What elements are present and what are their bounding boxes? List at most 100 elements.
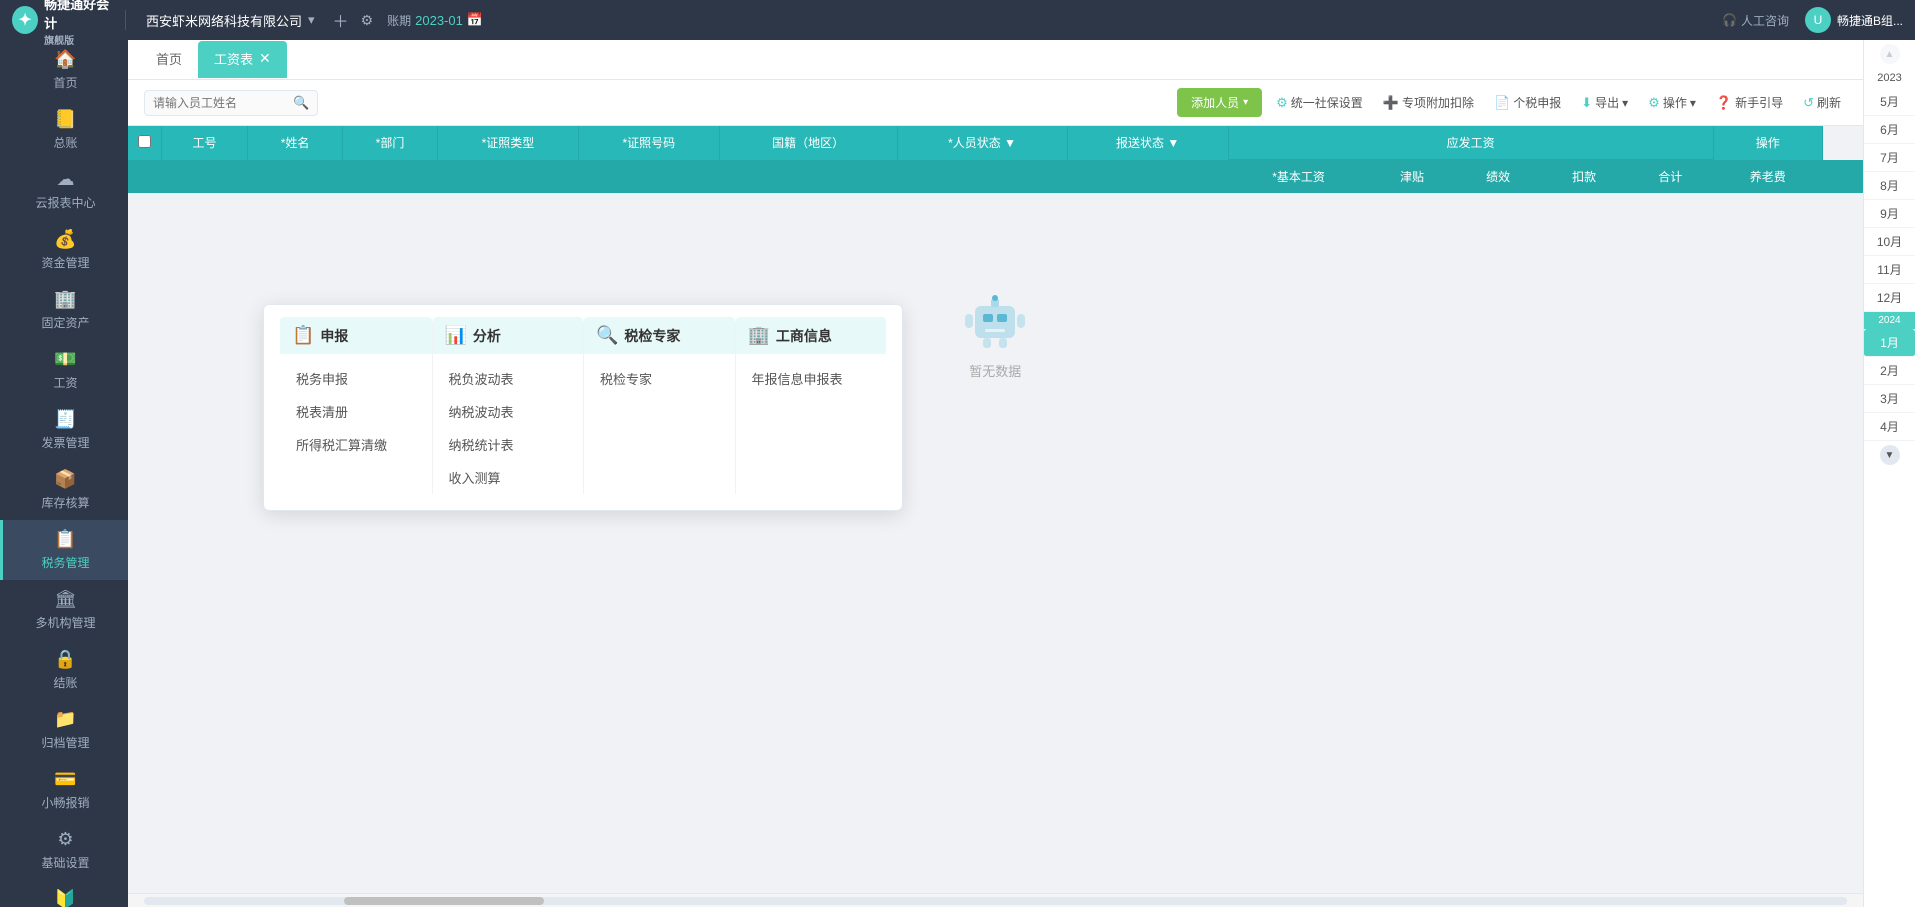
popup-section-tax-expert: 🔍 税检专家 税检专家	[583, 321, 735, 494]
fixed-assets-icon: 🏢	[54, 289, 76, 310]
cal-month-7[interactable]: 7月	[1864, 144, 1915, 172]
toolbar: 🔍 添加人员 ▾ ⚙ 统一社保设置 ➕ 专项附加扣除 📄 个税申报 ⬇ 导出	[128, 80, 1863, 126]
funds-icon: 💰	[54, 229, 76, 250]
popup-item-annual-report[interactable]: 年报信息申报表	[748, 362, 875, 395]
popup-item-tax-form[interactable]: 税表清册	[292, 395, 420, 428]
refresh-button[interactable]: ↺ 刷新	[1797, 94, 1847, 111]
add-company-button[interactable]: ＋	[327, 8, 355, 32]
customer-service-button[interactable]: 🎧 人工咨询	[1722, 12, 1789, 29]
top-bar-right: 🎧 人工咨询 U 畅捷通B组...	[1722, 7, 1903, 33]
sidebar-item-invoice[interactable]: 🧾 发票管理	[0, 400, 128, 460]
sidebar-item-inventory[interactable]: 📦 库存核算	[0, 460, 128, 520]
social-insurance-button[interactable]: ⚙ 统一社保设置	[1270, 94, 1369, 111]
company-settings-icon[interactable]: ⚙	[355, 12, 380, 29]
tab-close-icon[interactable]: ✕	[259, 50, 271, 67]
popup-item-tax-burden[interactable]: 税负波动表	[445, 362, 572, 395]
special-deduction-button[interactable]: ➕ 专项附加扣除	[1377, 94, 1480, 111]
select-all-checkbox[interactable]	[138, 135, 151, 148]
refresh-icon: ↺	[1803, 95, 1814, 111]
tab-salary[interactable]: 工资表 ✕	[198, 41, 287, 78]
th-emp-id: 工号	[162, 126, 248, 160]
sidebar: 🏠 首页 📒 总账 ☁ 云报表中心 💰 资金管理 🏢 固定资产 💵 工资 🧾 发…	[0, 40, 128, 907]
period-label: 账期	[387, 12, 411, 29]
app-logo: ✦ 畅捷通好会计 旗舰版	[12, 0, 117, 47]
sidebar-item-guide[interactable]: 🔰 新手引导	[0, 880, 128, 907]
th-id-number: *证照号码	[578, 126, 719, 160]
tax-expert-icon: 🔍	[596, 325, 618, 346]
scrollbar-track	[144, 897, 1847, 905]
sidebar-item-home[interactable]: 🏠 首页	[0, 40, 128, 100]
add-person-button[interactable]: 添加人员 ▾	[1177, 88, 1262, 117]
export-chevron-icon: ▾	[1622, 96, 1628, 110]
cal-month-6[interactable]: 6月	[1864, 116, 1915, 144]
th-total: 合计	[1627, 160, 1713, 194]
cal-month-8[interactable]: 8月	[1864, 172, 1915, 200]
calendar-up-button[interactable]: ▲	[1880, 44, 1900, 64]
home-icon: 🏠	[54, 49, 76, 70]
export-button[interactable]: ⬇ 导出 ▾	[1575, 94, 1634, 111]
popup-section-title-declaration: 📋 申报	[280, 317, 432, 354]
declaration-icon: 📋	[292, 325, 314, 346]
th-actions: 操作	[1713, 126, 1822, 160]
cal-month-9[interactable]: 9月	[1864, 200, 1915, 228]
sidebar-item-multi-org[interactable]: 🏛 多机构管理	[0, 580, 128, 640]
th-performance: 绩效	[1455, 160, 1541, 194]
popup-item-tax-stats[interactable]: 纳税统计表	[445, 428, 572, 461]
operations-button[interactable]: ⚙ 操作 ▾	[1642, 94, 1702, 111]
cal-month-10[interactable]: 10月	[1864, 228, 1915, 256]
special-deduction-icon: ➕	[1383, 95, 1399, 111]
popup-grid: 📋 申报 税务申报 税表清册 所得税汇算清缴 📊 分析 税负波动表	[280, 321, 886, 494]
sidebar-item-funds[interactable]: 💰 资金管理	[0, 220, 128, 280]
period-value[interactable]: 2023-01	[415, 13, 463, 28]
cal-month-4[interactable]: 4月	[1864, 413, 1915, 441]
export-icon: ⬇	[1581, 95, 1592, 111]
horizontal-scrollbar[interactable]	[128, 893, 1863, 907]
avatar: U	[1805, 7, 1831, 33]
scrollbar-thumb[interactable]	[344, 897, 544, 905]
dropdown-arrow-icon: ▾	[1243, 97, 1248, 108]
search-input[interactable]	[153, 96, 293, 110]
headset-icon: 🎧	[1722, 13, 1737, 27]
th-checkbox[interactable]	[128, 126, 162, 160]
popup-section-business-info: 🏢 工商信息 年报信息申报表	[735, 321, 887, 494]
cal-month-11[interactable]: 11月	[1864, 256, 1915, 284]
content-area: 首页 工资表 ✕ 🔍 添加人员 ▾ ⚙ 统一社保设置 ➕	[128, 40, 1863, 907]
popup-item-tax-expert[interactable]: 税检专家	[596, 362, 723, 395]
calendar-icon[interactable]: 📅	[467, 12, 483, 28]
calendar-down-button[interactable]: ▼	[1880, 445, 1900, 465]
cal-month-3[interactable]: 3月	[1864, 385, 1915, 413]
sidebar-item-cloud-report[interactable]: ☁ 云报表中心	[0, 160, 128, 220]
cal-month-2[interactable]: 2月	[1864, 357, 1915, 385]
sidebar-item-archive[interactable]: 📁 归档管理	[0, 700, 128, 760]
newbie-guide-button[interactable]: ❓ 新手引导	[1710, 94, 1789, 111]
cal-month-5[interactable]: 5月	[1864, 88, 1915, 116]
tax-menu-popup: 📋 申报 税务申报 税表清册 所得税汇算清缴 📊 分析 税负波动表	[263, 304, 903, 511]
tab-home[interactable]: 首页	[140, 41, 198, 78]
sidebar-item-salary[interactable]: 💵 工资	[0, 340, 128, 400]
sidebar-item-marketing[interactable]: 💳 小畅报销	[0, 760, 128, 820]
user-menu[interactable]: U 畅捷通B组...	[1805, 7, 1903, 33]
sidebar-item-fixed-assets[interactable]: 🏢 固定资产	[0, 280, 128, 340]
sidebar-item-close-period[interactable]: 🔒 结账	[0, 640, 128, 700]
th-actions-sub	[1822, 160, 1862, 194]
no-data-robot-icon	[955, 281, 1035, 361]
divider-1	[125, 10, 126, 30]
status-filter-icon[interactable]: ▼	[1004, 136, 1016, 150]
popup-item-tax-filing[interactable]: 税务申报	[292, 362, 420, 395]
popup-section-declaration: 📋 申报 税务申报 税表清册 所得税汇算清缴	[280, 321, 432, 494]
popup-section-title-analysis: 📊 分析	[433, 317, 584, 354]
cal-month-12[interactable]: 12月	[1864, 284, 1915, 312]
sidebar-item-ledger[interactable]: 📒 总账	[0, 100, 128, 160]
sidebar-item-tax[interactable]: 📋 税务管理	[0, 520, 128, 580]
th-allowance: 津贴	[1369, 160, 1455, 194]
popup-item-income-tax-calc[interactable]: 所得税汇算清缴	[292, 428, 420, 461]
ledger-icon: 📒	[54, 109, 76, 130]
company-selector[interactable]: 西安虾米网络科技有限公司 ▾	[134, 11, 327, 30]
cal-month-1[interactable]: 1月	[1864, 329, 1915, 357]
popup-item-income-calc[interactable]: 收入测算	[445, 461, 572, 494]
salary-icon: 💵	[54, 349, 76, 370]
report-filter-icon[interactable]: ▼	[1167, 136, 1179, 150]
sidebar-item-basic-settings[interactable]: ⚙ 基础设置	[0, 820, 128, 880]
popup-item-tax-payment[interactable]: 纳税波动表	[445, 395, 572, 428]
tax-declaration-button[interactable]: 📄 个税申报	[1488, 94, 1567, 111]
